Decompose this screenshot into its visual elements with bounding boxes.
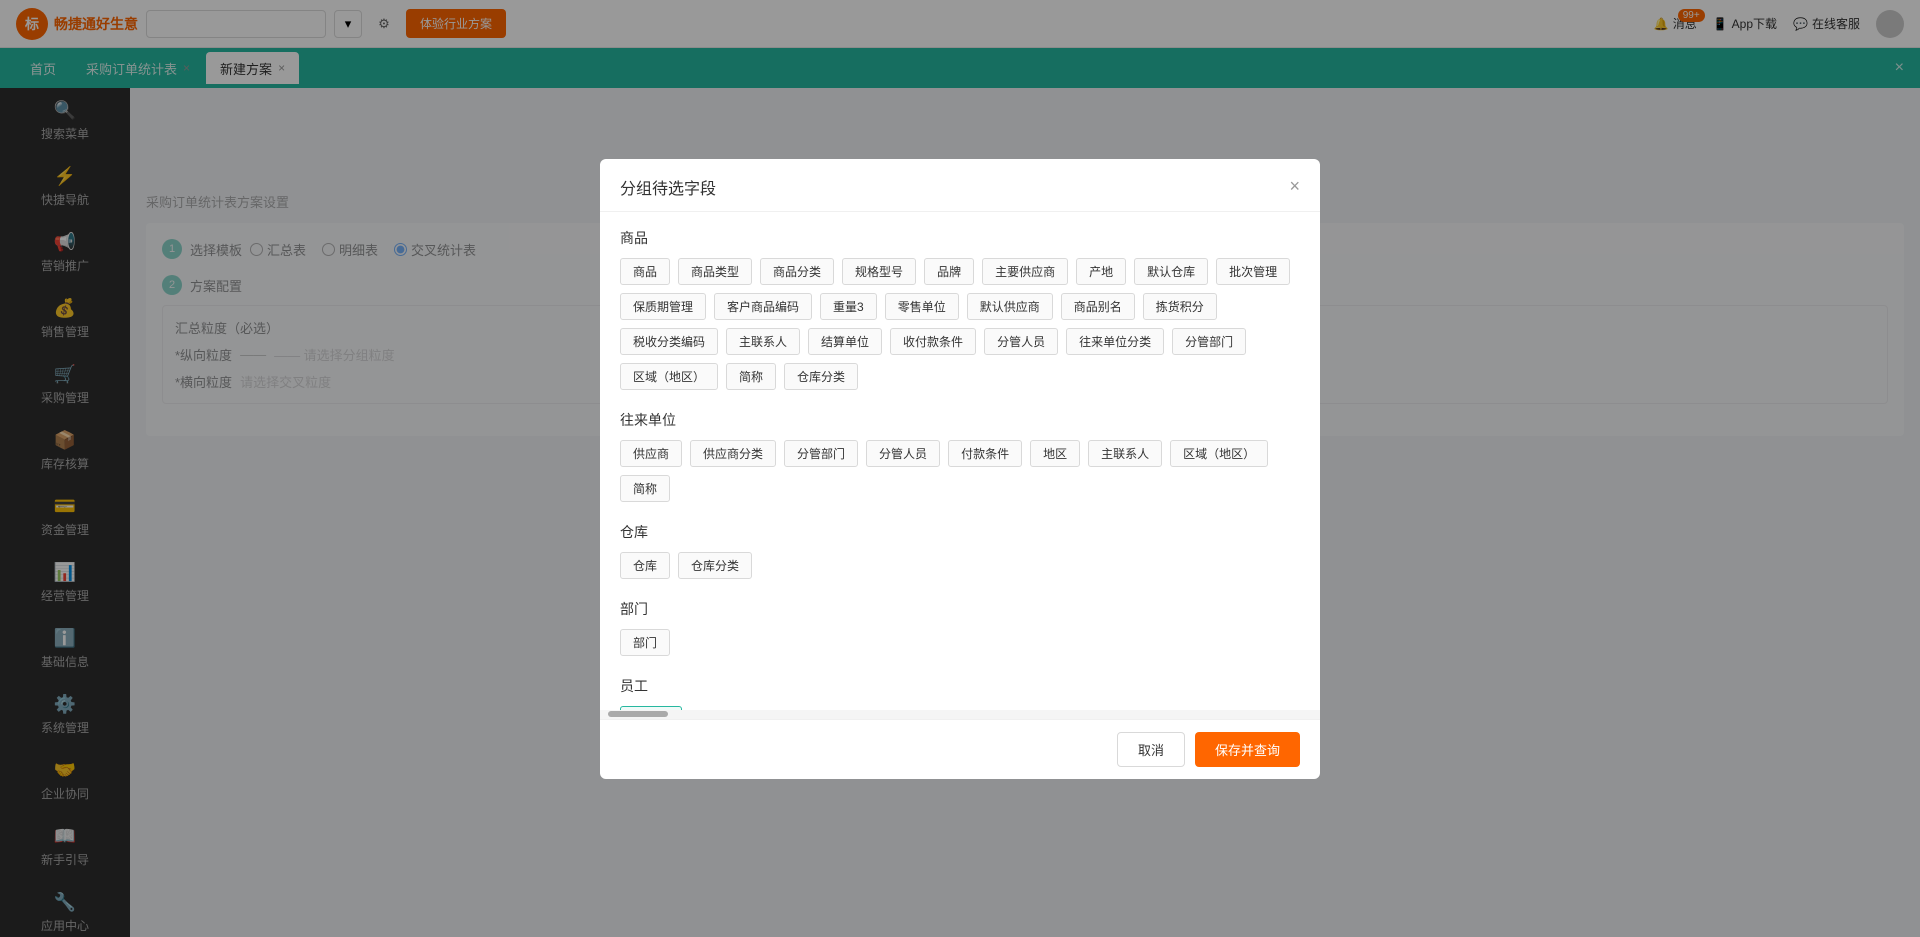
field-tag[interactable]: 产地 <box>1076 258 1126 285</box>
field-tag[interactable]: 重量3 <box>820 293 877 320</box>
field-tag[interactable]: 仓库分类 <box>784 363 858 390</box>
modal-body[interactable]: 商品 商品 商品类型 商品分类 规格型号 品牌 主要供应商 产地 默认仓库 批次… <box>600 212 1320 710</box>
field-tag[interactable]: 仓库 <box>620 552 670 579</box>
modal-overlay: 分组待选字段 × 商品 商品 商品类型 商品分类 规格型号 品牌 主要供应商 产… <box>0 0 1920 937</box>
field-tag[interactable]: 规格型号 <box>842 258 916 285</box>
product-fields: 商品 商品类型 商品分类 规格型号 品牌 主要供应商 产地 默认仓库 批次管理 … <box>620 258 1300 390</box>
section-warehouse: 仓库 仓库 仓库分类 <box>620 522 1300 579</box>
field-tag[interactable]: 主联系人 <box>726 328 800 355</box>
section-dept-title: 部门 <box>620 599 1300 619</box>
field-tag[interactable]: 地区 <box>1030 440 1080 467</box>
field-tag[interactable]: 拣货积分 <box>1143 293 1217 320</box>
section-dept: 部门 部门 <box>620 599 1300 656</box>
field-tag[interactable]: 区域（地区） <box>620 363 718 390</box>
section-partner-title: 往来单位 <box>620 410 1300 430</box>
field-tag[interactable]: 主联系人 <box>1088 440 1162 467</box>
field-tag[interactable]: 零售单位 <box>885 293 959 320</box>
warehouse-fields: 仓库 仓库分类 <box>620 552 1300 579</box>
field-tag[interactable]: 默认仓库 <box>1134 258 1208 285</box>
modal-groupby-fields: 分组待选字段 × 商品 商品 商品类型 商品分类 规格型号 品牌 主要供应商 产… <box>600 159 1320 779</box>
field-tag[interactable]: 保质期管理 <box>620 293 706 320</box>
field-tag[interactable]: 主要供应商 <box>982 258 1068 285</box>
field-tag[interactable]: 税收分类编码 <box>620 328 718 355</box>
field-tag[interactable]: 简称 <box>620 475 670 502</box>
field-tag[interactable]: 供应商分类 <box>690 440 776 467</box>
field-tag[interactable]: 商品别名 <box>1061 293 1135 320</box>
field-tag[interactable]: 客户商品编码 <box>714 293 812 320</box>
field-tag[interactable]: 批次管理 <box>1216 258 1290 285</box>
section-staff-title: 员工 <box>620 676 1300 696</box>
field-tag[interactable]: 仓库分类 <box>678 552 752 579</box>
field-tag[interactable]: 商品 <box>620 258 670 285</box>
dept-fields: 部门 <box>620 629 1300 656</box>
field-tag[interactable]: 商品分类 <box>760 258 834 285</box>
modal-header: 分组待选字段 × <box>600 159 1320 212</box>
section-partner: 往来单位 供应商 供应商分类 分管部门 分管人员 付款条件 地区 主联系人 区域… <box>620 410 1300 502</box>
field-tag[interactable]: 收付款条件 <box>890 328 976 355</box>
modal-title: 分组待选字段 <box>620 175 716 199</box>
field-tag[interactable]: 往来单位分类 <box>1066 328 1164 355</box>
field-tag[interactable]: 付款条件 <box>948 440 1022 467</box>
modal-confirm-btn[interactable]: 保存并查询 <box>1195 732 1300 767</box>
field-tag[interactable]: 分管人员 <box>866 440 940 467</box>
field-tag[interactable]: 结算单位 <box>808 328 882 355</box>
field-tag[interactable]: 默认供应商 <box>967 293 1053 320</box>
field-tag[interactable]: 分管部门 <box>1172 328 1246 355</box>
modal-close-btn[interactable]: × <box>1289 176 1300 197</box>
section-staff: 员工 业务员 <box>620 676 1300 710</box>
section-product-title: 商品 <box>620 228 1300 248</box>
field-tag[interactable]: 区域（地区） <box>1170 440 1268 467</box>
section-product: 商品 商品 商品类型 商品分类 规格型号 品牌 主要供应商 产地 默认仓库 批次… <box>620 228 1300 390</box>
section-warehouse-title: 仓库 <box>620 522 1300 542</box>
field-tag[interactable]: 部门 <box>620 629 670 656</box>
modal-hscrollbar[interactable] <box>600 710 1320 719</box>
modal-cancel-btn[interactable]: 取消 <box>1117 732 1185 767</box>
field-tag[interactable]: 商品类型 <box>678 258 752 285</box>
field-tag[interactable]: 简称 <box>726 363 776 390</box>
field-tag[interactable]: 品牌 <box>924 258 974 285</box>
field-tag[interactable]: 分管人员 <box>984 328 1058 355</box>
field-tag[interactable]: 分管部门 <box>784 440 858 467</box>
field-tag[interactable]: 供应商 <box>620 440 682 467</box>
modal-footer: 取消 保存并查询 <box>600 719 1320 779</box>
partner-fields: 供应商 供应商分类 分管部门 分管人员 付款条件 地区 主联系人 区域（地区） … <box>620 440 1300 502</box>
